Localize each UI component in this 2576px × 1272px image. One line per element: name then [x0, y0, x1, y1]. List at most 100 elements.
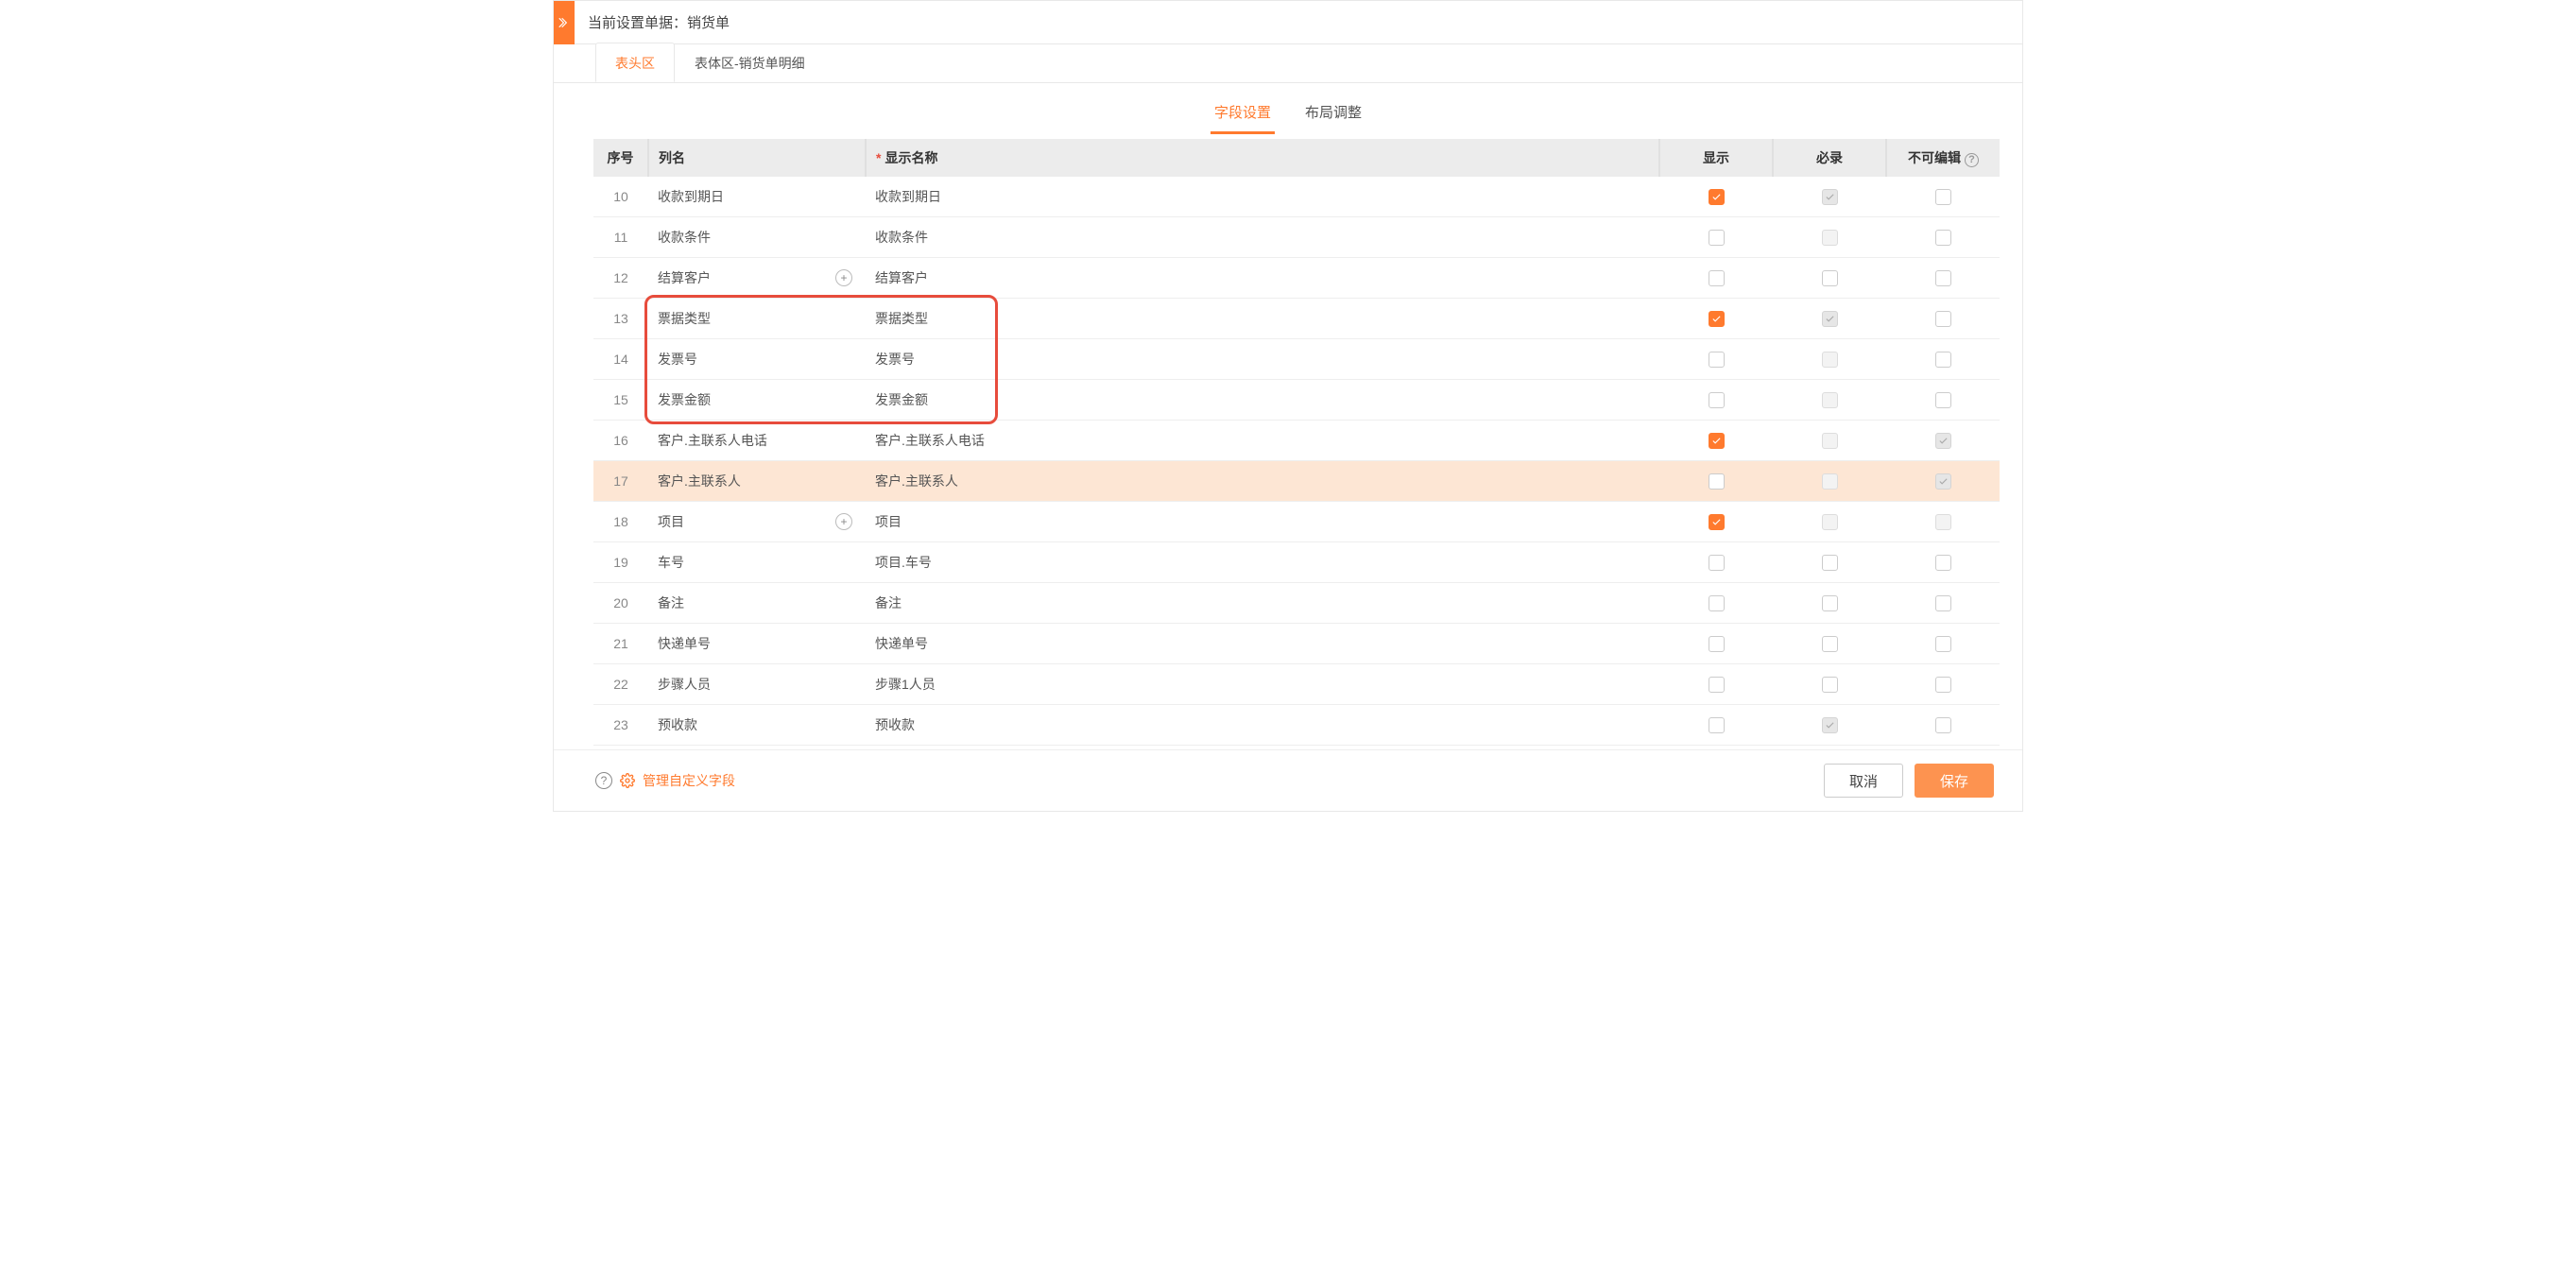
table-row: 10收款到期日收款到期日: [593, 177, 2000, 217]
table-row: 23预收款预收款: [593, 705, 2000, 746]
show-checkbox[interactable]: [1709, 270, 1725, 286]
required-checkbox[interactable]: [1822, 595, 1838, 611]
th-required: 必录: [1773, 139, 1886, 177]
th-show: 显示: [1659, 139, 1773, 177]
add-sub-field-button[interactable]: +: [835, 269, 852, 286]
cell-display-name[interactable]: 客户.主联系人电话: [866, 421, 1659, 461]
th-display-name: *显示名称: [866, 139, 1659, 177]
show-checkbox[interactable]: [1709, 514, 1725, 530]
cell-display-name[interactable]: 发票号: [866, 339, 1659, 380]
required-checkbox: [1822, 392, 1838, 408]
cell-lock: [1886, 380, 2000, 421]
column-name-label: 客户.主联系人: [658, 472, 741, 490]
show-checkbox[interactable]: [1709, 392, 1725, 408]
table-row: 16客户.主联系人电话客户.主联系人电话: [593, 421, 2000, 461]
show-checkbox[interactable]: [1709, 189, 1725, 205]
lock-checkbox[interactable]: [1935, 352, 1951, 368]
show-checkbox[interactable]: [1709, 636, 1725, 652]
cell-lock: [1886, 542, 2000, 583]
th-name: 列名: [648, 139, 866, 177]
cell-seq: 19: [593, 542, 648, 583]
collapse-toggle[interactable]: [554, 1, 575, 44]
lock-checkbox[interactable]: [1935, 392, 1951, 408]
cell-name: 收款条件: [648, 217, 866, 258]
footer: ? 管理自定义字段 取消 保存: [554, 749, 2022, 811]
required-checkbox: [1822, 189, 1838, 205]
cell-show: [1659, 258, 1773, 299]
cell-display-name[interactable]: 预收款: [866, 705, 1659, 746]
manage-custom-fields-link[interactable]: 管理自定义字段: [643, 771, 735, 790]
table-row: 22步骤人员步骤1人员: [593, 664, 2000, 705]
help-icon[interactable]: ?: [595, 772, 612, 789]
column-name-label: 快递单号: [658, 634, 711, 653]
cell-display-name[interactable]: 项目.车号: [866, 542, 1659, 583]
table-row: 19 车号 项目.车号: [593, 542, 2000, 583]
sub-tab-1[interactable]: 布局调整: [1301, 102, 1365, 134]
lock-checkbox[interactable]: [1935, 270, 1951, 286]
cell-show: [1659, 177, 1773, 217]
show-checkbox[interactable]: [1709, 473, 1725, 490]
required-checkbox: [1822, 352, 1838, 368]
cell-show: [1659, 380, 1773, 421]
column-name-label: 客户.主联系人电话: [658, 431, 767, 450]
save-button[interactable]: 保存: [1915, 764, 1994, 798]
required-checkbox[interactable]: [1822, 636, 1838, 652]
required-checkbox: [1822, 433, 1838, 449]
lock-checkbox: [1935, 514, 1951, 530]
lock-checkbox[interactable]: [1935, 677, 1951, 693]
show-checkbox[interactable]: [1709, 677, 1725, 693]
th-lock: 不可编辑?: [1886, 139, 2000, 177]
cell-seq: 15: [593, 380, 648, 421]
cell-display-name[interactable]: 结算客户: [866, 258, 1659, 299]
cell-seq: 22: [593, 664, 648, 705]
show-checkbox[interactable]: [1709, 230, 1725, 246]
show-checkbox[interactable]: [1709, 555, 1725, 571]
cell-display-name[interactable]: 客户.主联系人: [866, 461, 1659, 502]
lock-checkbox: [1935, 433, 1951, 449]
show-checkbox[interactable]: [1709, 352, 1725, 368]
cell-display-name[interactable]: 收款到期日: [866, 177, 1659, 217]
cell-display-name[interactable]: 发票金额: [866, 380, 1659, 421]
required-checkbox[interactable]: [1822, 555, 1838, 571]
required-checkbox[interactable]: [1822, 677, 1838, 693]
column-name-label: 发票金额: [658, 390, 711, 409]
required-checkbox[interactable]: [1822, 270, 1838, 286]
cell-seq: 13: [593, 299, 648, 339]
lock-checkbox[interactable]: [1935, 717, 1951, 733]
required-checkbox: [1822, 473, 1838, 490]
cell-display-name[interactable]: 收款条件: [866, 217, 1659, 258]
cell-display-name[interactable]: 步骤1人员: [866, 664, 1659, 705]
cell-name: 预收款: [648, 705, 866, 746]
show-checkbox[interactable]: [1709, 717, 1725, 733]
cell-seq: 20: [593, 583, 648, 624]
sub-tab-0[interactable]: 字段设置: [1211, 102, 1275, 134]
show-checkbox[interactable]: [1709, 433, 1725, 449]
lock-checkbox[interactable]: [1935, 555, 1951, 571]
cell-show: [1659, 217, 1773, 258]
cell-display-name[interactable]: 项目: [866, 502, 1659, 542]
lock-checkbox[interactable]: [1935, 230, 1951, 246]
cell-show: [1659, 299, 1773, 339]
lock-checkbox[interactable]: [1935, 595, 1951, 611]
add-sub-field-button[interactable]: +: [835, 513, 852, 530]
cell-seq: 12: [593, 258, 648, 299]
show-checkbox[interactable]: [1709, 595, 1725, 611]
show-checkbox[interactable]: [1709, 311, 1725, 327]
cell-show: [1659, 461, 1773, 502]
required-checkbox: [1822, 514, 1838, 530]
cell-display-name[interactable]: 备注: [866, 583, 1659, 624]
sub-tabs: 字段设置布局调整: [554, 97, 2022, 139]
lock-checkbox[interactable]: [1935, 311, 1951, 327]
tab-0[interactable]: 表头区: [595, 43, 675, 82]
column-name-label: 备注: [658, 593, 684, 612]
lock-checkbox[interactable]: [1935, 636, 1951, 652]
cell-name: 客户.主联系人电话: [648, 421, 866, 461]
cancel-button[interactable]: 取消: [1824, 764, 1903, 798]
cell-display-name[interactable]: 票据类型: [866, 299, 1659, 339]
help-icon[interactable]: ?: [1965, 153, 1979, 167]
column-name-label: 车号: [658, 553, 684, 572]
cell-display-name[interactable]: 快递单号: [866, 624, 1659, 664]
cell-name: 发票号: [648, 339, 866, 380]
lock-checkbox[interactable]: [1935, 189, 1951, 205]
tab-1[interactable]: 表体区-销货单明细: [675, 43, 825, 82]
